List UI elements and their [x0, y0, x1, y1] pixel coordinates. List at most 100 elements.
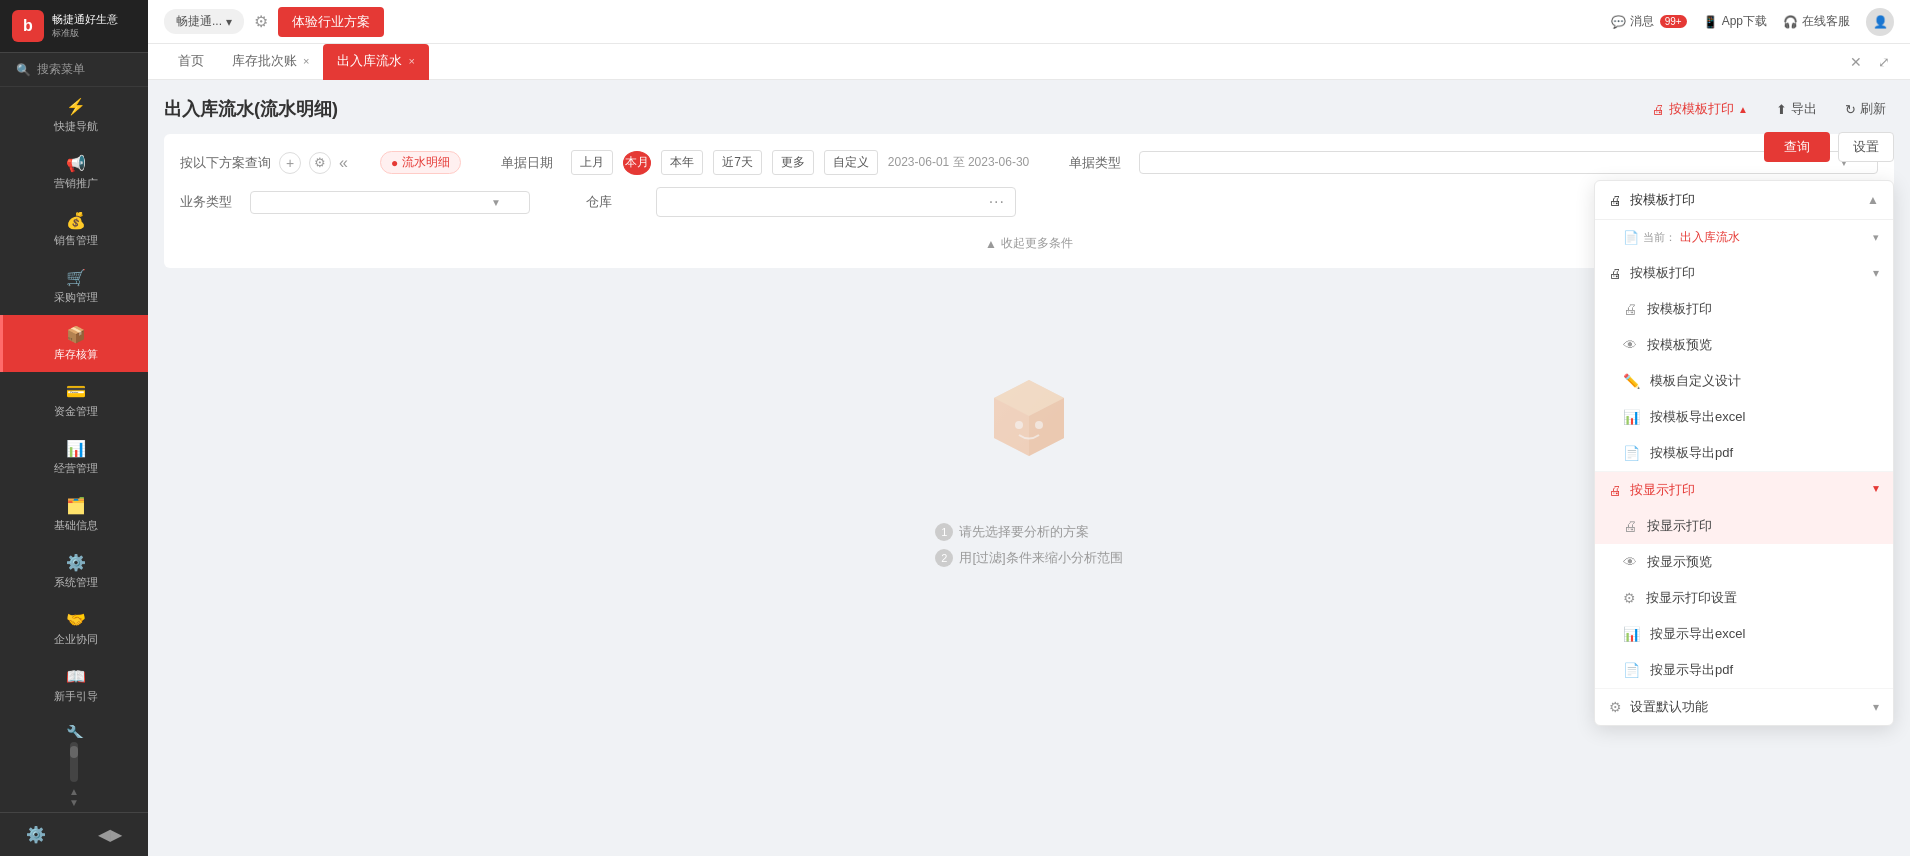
doctype-label: 单据类型	[1069, 154, 1129, 172]
page-header: 出入库流水(流水明细) 🖨 按模板打印 ▲ ⬆ 导出 ↻ 刷新	[164, 96, 1894, 122]
tab-inventory-batch-close[interactable]: ×	[303, 55, 309, 67]
expand-window-icon[interactable]: ⤢	[1874, 50, 1894, 74]
date-btn-last-month[interactable]: 上月	[571, 150, 613, 175]
warehouse-filter-group: 仓库 ···	[586, 187, 1016, 217]
tab-inout-flow-close[interactable]: ×	[408, 55, 414, 67]
sidebar-item-guide[interactable]: 📖 新手引导	[0, 657, 148, 714]
refresh-action-btn[interactable]: ↻ 刷新	[1837, 96, 1894, 122]
sidebar-item-marketing[interactable]: 📢 营销推广	[0, 144, 148, 201]
sidebar-item-operations[interactable]: 📊 经营管理	[0, 429, 148, 486]
message-item[interactable]: 💬 消息 99+	[1611, 13, 1687, 30]
empty-state-icon	[969, 360, 1089, 499]
sales-icon: 💰	[66, 211, 86, 230]
display-print-section-header[interactable]: 🖨 按显示打印 ▴	[1595, 472, 1893, 508]
filter-collapse-button[interactable]: «	[339, 154, 348, 172]
date-btn-current-month[interactable]: 本月	[623, 151, 651, 175]
doctype-filter-group: 单据类型 ▼	[1069, 151, 1878, 174]
date-btn-more[interactable]: 更多	[772, 150, 814, 175]
sidebar-item-label: 采购管理	[54, 290, 98, 305]
page-title: 出入库流水(流水明细)	[164, 97, 338, 121]
sidebar-item-base[interactable]: 🗂️ 基础信息	[0, 486, 148, 543]
collapse-button[interactable]: ▲ 收起更多条件	[985, 235, 1073, 252]
display-settings-icon: ⚙	[1623, 590, 1636, 606]
print-action-btn[interactable]: 🖨 按模板打印 ▲	[1644, 96, 1756, 122]
display-excel-item[interactable]: 📊 按显示导出excel	[1595, 616, 1893, 652]
set-default-icon: ⚙	[1609, 699, 1622, 715]
dropdown-up-chevron[interactable]: ▲	[1867, 193, 1879, 207]
phone-icon: 📱	[1703, 15, 1718, 29]
display-section-toggle-icon[interactable]: ▴	[1873, 483, 1879, 497]
app-download-item[interactable]: 📱 App下载	[1703, 13, 1767, 30]
template-print-item[interactable]: 🖨 按模板打印	[1595, 291, 1893, 327]
inventory-icon: 📦	[66, 325, 86, 344]
action-buttons-group: 查询 设置	[1764, 132, 1894, 162]
date-btn-current-year[interactable]: 本年	[661, 150, 703, 175]
filter-add-button[interactable]: +	[279, 152, 301, 174]
apps-icon: 🔧	[66, 724, 86, 738]
sidebar-search-item[interactable]: 🔍 搜索菜单	[0, 53, 148, 87]
customer-service-label: 在线客服	[1802, 13, 1850, 30]
query-button[interactable]: 查询	[1764, 132, 1830, 162]
customer-service-item[interactable]: 🎧 在线客服	[1783, 13, 1850, 30]
date-btn-custom[interactable]: 自定义	[824, 150, 878, 175]
collapse-sidebar-icon[interactable]: ◀▶	[98, 825, 122, 844]
sidebar-item-enterprise[interactable]: 🤝 企业协同	[0, 600, 148, 657]
sidebar-item-label: 快捷导航	[54, 119, 98, 134]
sidebar-item-inventory[interactable]: 📦 库存核算	[0, 315, 148, 372]
template-preview-item[interactable]: 👁 按模板预览	[1595, 327, 1893, 363]
filter-settings-button[interactable]: ⚙	[309, 152, 331, 174]
sidebar-nav: ⚡ 快捷导航 📢 营销推广 💰 销售管理 🛒 采购管理 📦 库存核算 💳 资金管…	[0, 87, 148, 738]
display-settings-item[interactable]: ⚙ 按显示打印设置	[1595, 580, 1893, 616]
user-name-display[interactable]: 畅捷通... ▾	[164, 9, 244, 34]
export-action-btn[interactable]: ⬆ 导出	[1768, 96, 1825, 122]
template-excel-item[interactable]: 📊 按模板导出excel	[1595, 399, 1893, 435]
settings-bottom-icon[interactable]: ⚙️	[26, 825, 46, 844]
sidebar-item-purchase[interactable]: 🛒 采购管理	[0, 258, 148, 315]
tip-num-2: 2	[935, 549, 953, 567]
display-print-icon: 🖨	[1623, 518, 1637, 534]
template-pdf-item[interactable]: 📄 按模板导出pdf	[1595, 435, 1893, 471]
sidebar-item-nav[interactable]: ⚡ 快捷导航	[0, 87, 148, 144]
template-section-toggle-icon[interactable]: ▾	[1873, 266, 1879, 280]
warehouse-label: 仓库	[586, 193, 646, 211]
tab-inventory-batch[interactable]: 库存批次账 ×	[218, 44, 323, 80]
filter-tag-item[interactable]: ● 流水明细	[380, 151, 461, 174]
template-preview-label: 按模板预览	[1647, 336, 1712, 354]
operations-icon: 📊	[66, 439, 86, 458]
date-btn-7days[interactable]: 近7天	[713, 150, 762, 175]
current-chevron-icon: ▾	[1873, 231, 1879, 244]
tab-inout-flow-label: 出入库流水	[337, 52, 402, 70]
display-preview-item[interactable]: 👁 按显示预览	[1595, 544, 1893, 580]
warehouse-select[interactable]: ···	[656, 187, 1016, 217]
template-print-label: 按模板打印	[1647, 300, 1712, 318]
user-avatar[interactable]: 👤	[1866, 8, 1894, 36]
trial-button[interactable]: 体验行业方案	[278, 7, 384, 37]
sidebar-item-label: 营销推广	[54, 176, 98, 191]
sidebar-item-system[interactable]: ⚙️ 系统管理	[0, 543, 148, 600]
template-design-item[interactable]: ✏️ 模板自定义设计	[1595, 363, 1893, 399]
template-print-section-header[interactable]: 🖨 按模板打印 ▾	[1595, 255, 1893, 291]
biztype-select[interactable]: ▼	[250, 191, 530, 214]
close-window-icon[interactable]: ✕	[1846, 50, 1866, 74]
sidebar-item-finance[interactable]: 💳 资金管理	[0, 372, 148, 429]
set-default-toggle-icon[interactable]: ▾	[1873, 700, 1879, 714]
display-print-item[interactable]: 🖨 按显示打印	[1595, 508, 1893, 544]
filter-row-1: 按以下方案查询 + ⚙ « ● 流水明细 单据日期 上月 本月 本年 近	[180, 150, 1878, 175]
topbar-settings-icon[interactable]: ⚙	[254, 12, 268, 31]
warehouse-more-icon[interactable]: ···	[989, 193, 1005, 211]
system-icon: ⚙️	[66, 553, 86, 572]
current-flow-text: 出入库流水	[1680, 229, 1740, 246]
display-pdf-item[interactable]: 📄 按显示导出pdf	[1595, 652, 1893, 688]
settings-button[interactable]: 设置	[1838, 132, 1894, 162]
biztype-chevron-icon: ▼	[491, 197, 501, 208]
template-preview-icon: 👁	[1623, 337, 1637, 353]
sidebar-item-apps[interactable]: 🔧 应用中心	[0, 714, 148, 738]
display-pdf-icon: 📄	[1623, 662, 1640, 678]
tab-home[interactable]: 首页	[164, 44, 218, 80]
tab-inout-flow[interactable]: 出入库流水 ×	[323, 44, 428, 80]
collapse-btn-label: 收起更多条件	[1001, 235, 1073, 252]
sidebar-search-label: 搜索菜单	[37, 61, 85, 78]
set-default-section-header[interactable]: ⚙ 设置默认功能 ▾	[1595, 689, 1893, 725]
sidebar-item-sales[interactable]: 💰 销售管理	[0, 201, 148, 258]
marketing-icon: 📢	[66, 154, 86, 173]
